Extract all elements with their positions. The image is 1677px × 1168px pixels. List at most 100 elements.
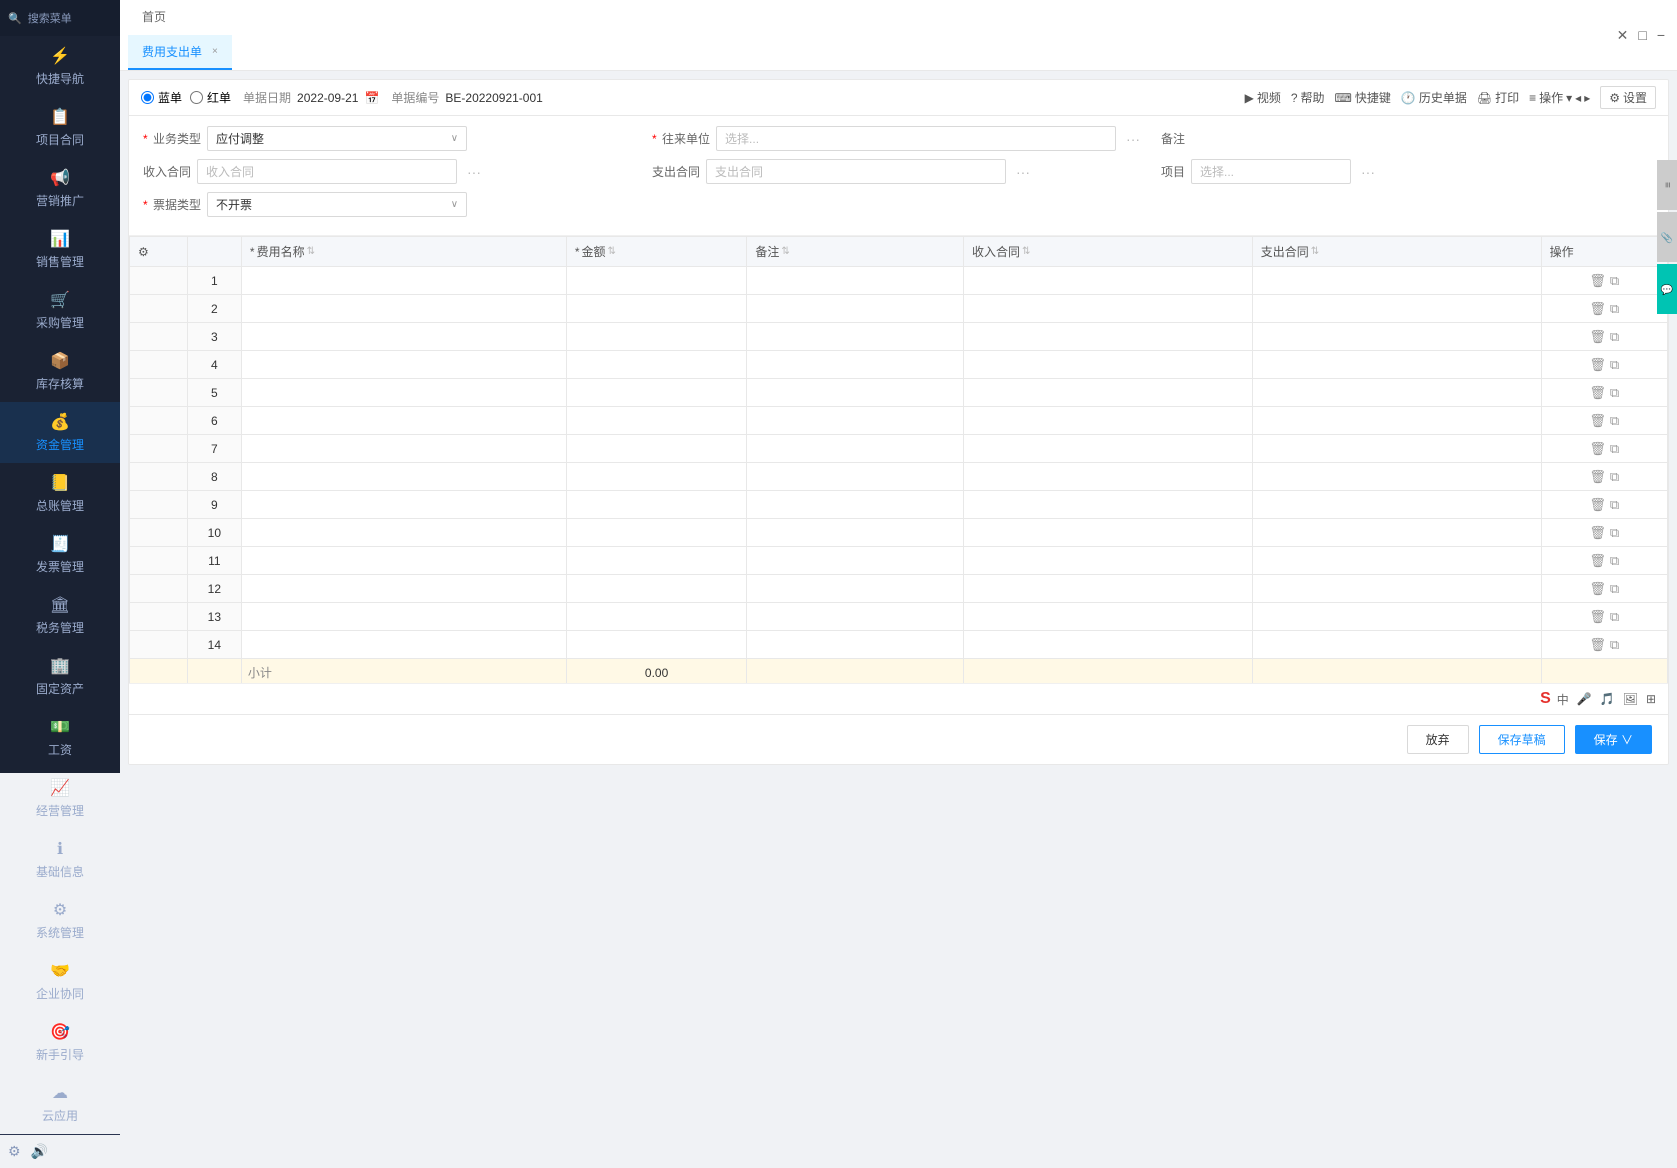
- delete-icon-1[interactable]: 🗑: [1589, 273, 1606, 289]
- delete-icon-10[interactable]: 🗑: [1589, 525, 1606, 541]
- sidebar-item-cloud-apps[interactable]: ☁云应用: [0, 1073, 120, 1134]
- project-input[interactable]: 选择...: [1191, 159, 1351, 184]
- row-expense-name-3[interactable]: [241, 323, 566, 351]
- row-expense-8[interactable]: [1252, 463, 1541, 491]
- brand-tool-3[interactable]: 🎵: [1600, 692, 1615, 706]
- settings-icon[interactable]: ⚙: [8, 1143, 21, 1160]
- window-min-button[interactable]: −: [1653, 25, 1669, 45]
- brand-tool-2[interactable]: 🎤: [1577, 692, 1592, 706]
- copy-icon-7[interactable]: ⧉: [1610, 441, 1619, 457]
- row-expense-1[interactable]: [1252, 267, 1541, 295]
- ops-btn[interactable]: ≡ 操作 ▾ ◂ ▸: [1529, 89, 1590, 106]
- copy-icon-2[interactable]: ⧉: [1610, 301, 1619, 317]
- sidebar-item-sys-mgmt[interactable]: ⚙系统管理: [0, 890, 120, 951]
- delete-icon-5[interactable]: 🗑: [1589, 385, 1606, 401]
- sidebar-item-ops-mgmt[interactable]: 📈经营管理: [0, 768, 120, 829]
- row-expense-name-13[interactable]: [241, 603, 566, 631]
- row-income-6[interactable]: [963, 407, 1252, 435]
- delete-icon-8[interactable]: 🗑: [1589, 469, 1606, 485]
- row-expense-name-5[interactable]: [241, 379, 566, 407]
- sidebar-item-capital-mgmt[interactable]: 💰资金管理: [0, 402, 120, 463]
- copy-icon-11[interactable]: ⧉: [1610, 553, 1619, 569]
- row-income-14[interactable]: [963, 631, 1252, 659]
- invoice-type-input[interactable]: 不开票 ∨: [207, 192, 467, 217]
- row-amount-4[interactable]: [566, 351, 747, 379]
- row-expense-3[interactable]: [1252, 323, 1541, 351]
- delete-icon-7[interactable]: 🗑: [1589, 441, 1606, 457]
- brand-tool-1[interactable]: 中: [1557, 691, 1569, 708]
- row-amount-12[interactable]: [566, 575, 747, 603]
- copy-icon-3[interactable]: ⧉: [1610, 329, 1619, 345]
- calendar-icon[interactable]: 📅: [364, 91, 379, 105]
- row-note-9[interactable]: [747, 491, 964, 519]
- row-expense-10[interactable]: [1252, 519, 1541, 547]
- row-income-3[interactable]: [963, 323, 1252, 351]
- copy-icon-10[interactable]: ⧉: [1610, 525, 1619, 541]
- row-amount-10[interactable]: [566, 519, 747, 547]
- row-expense-name-7[interactable]: [241, 435, 566, 463]
- project-more-btn[interactable]: ···: [1361, 164, 1375, 180]
- row-expense-name-12[interactable]: [241, 575, 566, 603]
- row-income-9[interactable]: [963, 491, 1252, 519]
- row-amount-9[interactable]: [566, 491, 747, 519]
- delete-icon-4[interactable]: 🗑: [1589, 357, 1606, 373]
- sidebar-search[interactable]: 🔍 搜索菜单: [0, 0, 120, 36]
- copy-icon-1[interactable]: ⧉: [1610, 273, 1619, 289]
- row-expense-name-9[interactable]: [241, 491, 566, 519]
- discard-button[interactable]: 放弃: [1407, 725, 1469, 754]
- row-expense-name-14[interactable]: [241, 631, 566, 659]
- row-expense-5[interactable]: [1252, 379, 1541, 407]
- sort-icon[interactable]: ⇅: [307, 246, 315, 257]
- tab-close-expense[interactable]: ×: [212, 47, 218, 57]
- row-income-11[interactable]: [963, 547, 1252, 575]
- row-income-8[interactable]: [963, 463, 1252, 491]
- row-amount-3[interactable]: [566, 323, 747, 351]
- row-expense-name-2[interactable]: [241, 295, 566, 323]
- shortcut-btn[interactable]: ⌨ 快捷键: [1335, 89, 1391, 106]
- row-income-7[interactable]: [963, 435, 1252, 463]
- row-amount-8[interactable]: [566, 463, 747, 491]
- sidebar-item-ledger-mgmt[interactable]: 📒总账管理: [0, 463, 120, 524]
- row-note-1[interactable]: [747, 267, 964, 295]
- copy-icon-9[interactable]: ⧉: [1610, 497, 1619, 513]
- sort-icon[interactable]: ⇅: [608, 246, 616, 257]
- copy-icon-6[interactable]: ⧉: [1610, 413, 1619, 429]
- row-note-4[interactable]: [747, 351, 964, 379]
- sidebar-item-purchase-mgmt[interactable]: 🛒采购管理: [0, 280, 120, 341]
- row-expense-6[interactable]: [1252, 407, 1541, 435]
- delete-icon-13[interactable]: 🗑: [1589, 609, 1606, 625]
- row-income-1[interactable]: [963, 267, 1252, 295]
- tab-home[interactable]: 首页: [128, 0, 232, 35]
- delete-icon-11[interactable]: 🗑: [1589, 553, 1606, 569]
- row-note-12[interactable]: [747, 575, 964, 603]
- delete-icon-14[interactable]: 🗑: [1589, 637, 1606, 653]
- th-settings[interactable]: ⚙: [130, 237, 188, 267]
- window-max-button[interactable]: □: [1634, 25, 1650, 45]
- copy-icon-8[interactable]: ⧉: [1610, 469, 1619, 485]
- delete-icon-3[interactable]: 🗑: [1589, 329, 1606, 345]
- delete-icon-12[interactable]: 🗑: [1589, 581, 1606, 597]
- copy-icon-5[interactable]: ⧉: [1610, 385, 1619, 401]
- row-expense-2[interactable]: [1252, 295, 1541, 323]
- biz-type-input[interactable]: 应付调整 ∨: [207, 126, 467, 151]
- row-expense-name-6[interactable]: [241, 407, 566, 435]
- row-note-14[interactable]: [747, 631, 964, 659]
- row-amount-11[interactable]: [566, 547, 747, 575]
- delete-icon-6[interactable]: 🗑: [1589, 413, 1606, 429]
- sort-icon[interactable]: ⇅: [1311, 246, 1319, 257]
- row-income-10[interactable]: [963, 519, 1252, 547]
- delete-icon-9[interactable]: 🗑: [1589, 497, 1606, 513]
- history-btn[interactable]: 🕐 历史单据: [1401, 89, 1467, 106]
- tab-expense[interactable]: 费用支出单×: [128, 35, 232, 70]
- sidebar-item-sales-promo[interactable]: 📢营销推广: [0, 158, 120, 219]
- sort-icon[interactable]: ⇅: [1022, 246, 1030, 257]
- row-expense-name-1[interactable]: [241, 267, 566, 295]
- row-note-7[interactable]: [747, 435, 964, 463]
- row-income-4[interactable]: [963, 351, 1252, 379]
- row-note-10[interactable]: [747, 519, 964, 547]
- help-btn[interactable]: ? 帮助: [1291, 89, 1325, 106]
- print-btn[interactable]: 🖨 打印: [1477, 89, 1519, 106]
- row-note-13[interactable]: [747, 603, 964, 631]
- row-income-2[interactable]: [963, 295, 1252, 323]
- row-note-11[interactable]: [747, 547, 964, 575]
